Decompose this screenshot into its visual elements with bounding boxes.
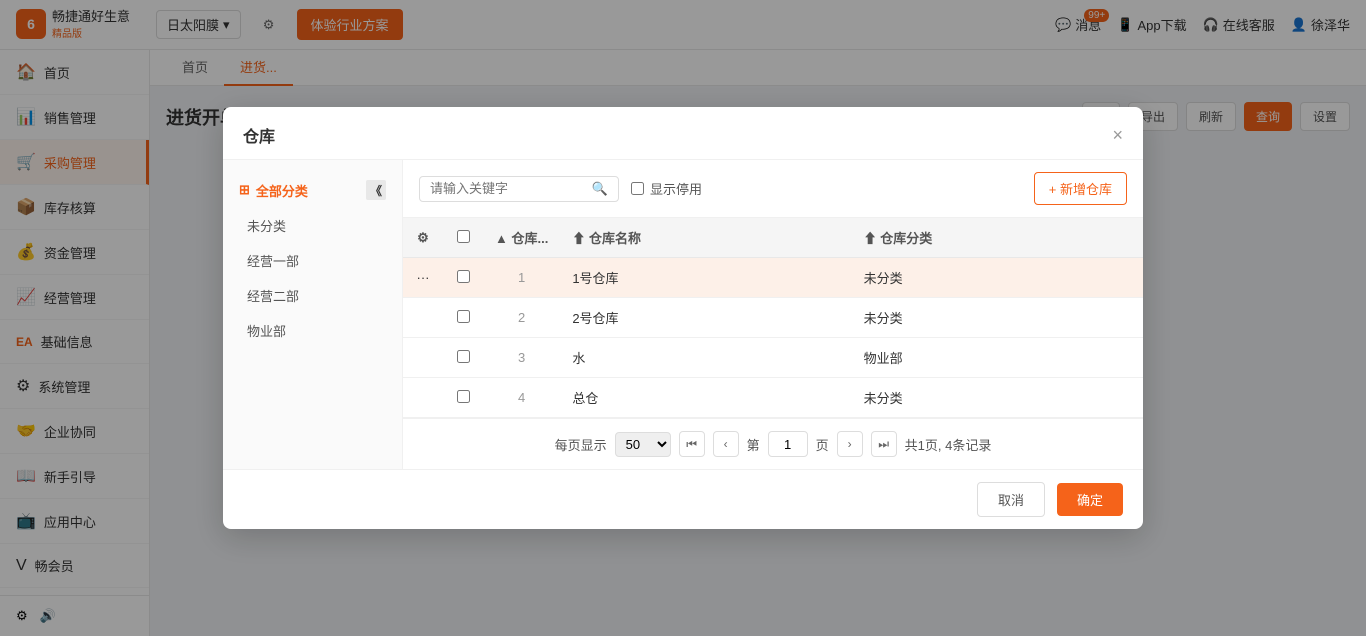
collapse-button[interactable]: 《 xyxy=(366,180,386,200)
row-check-0[interactable] xyxy=(443,258,483,298)
col-header-gear: ⚙ xyxy=(403,218,443,258)
per-page-label: 每页显示 xyxy=(555,435,607,454)
row-name-3: 总仓 xyxy=(560,378,851,418)
cancel-button[interactable]: 取消 xyxy=(977,482,1045,517)
search-icon[interactable]: 🔍 xyxy=(592,181,608,197)
col-header-check xyxy=(443,218,483,258)
warehouse-table: ⚙ ▲ 仓库... ⬆ 仓库名称 xyxy=(403,218,1143,418)
table-row[interactable]: 2 2号仓库 未分类 xyxy=(403,298,1143,338)
dialog-body: ⊞ 全部分类 《 未分类 经营一部 经营二部 物业部 xyxy=(223,160,1143,469)
row-num-3: 4 xyxy=(483,378,560,418)
last-page-button[interactable]: ⏭ xyxy=(871,431,897,457)
dialog-overlay: 仓库 × ⊞ 全部分类 《 未分类 经营一部 xyxy=(0,0,1366,636)
row-gear-2 xyxy=(403,338,443,378)
row-check-3[interactable] xyxy=(443,378,483,418)
show-disabled-label: 显示停用 xyxy=(650,179,702,198)
row-category-0: 未分类 xyxy=(852,258,1143,298)
row-name-0: 1号仓库 xyxy=(560,258,851,298)
total-info: 共1页, 4条记录 xyxy=(905,435,992,454)
row-name-2: 水 xyxy=(560,338,851,378)
row-gear-3 xyxy=(403,378,443,418)
row-check-2[interactable] xyxy=(443,338,483,378)
dialog-title: 仓库 xyxy=(243,123,275,147)
row-category-1: 未分类 xyxy=(852,298,1143,338)
row-num-2: 3 xyxy=(483,338,560,378)
search-input[interactable] xyxy=(430,181,586,196)
content-panel: 🔍 显示停用 + 新增仓库 ⚙ xyxy=(403,160,1143,469)
per-page-select[interactable]: 50 100 200 xyxy=(615,432,671,457)
row-gear-1 xyxy=(403,298,443,338)
row-name-1: 2号仓库 xyxy=(560,298,851,338)
category-item-property[interactable]: 物业部 xyxy=(223,313,402,348)
category-item-ops2[interactable]: 经营二部 xyxy=(223,278,402,313)
select-all-checkbox[interactable] xyxy=(457,230,470,243)
row-checkbox-2[interactable] xyxy=(457,350,470,363)
col-header-category: ⬆ 仓库分类 xyxy=(852,218,1143,258)
page-prefix: 第 xyxy=(747,435,760,454)
row-category-3: 未分类 xyxy=(852,378,1143,418)
row-checkbox-3[interactable] xyxy=(457,390,470,403)
search-box: 🔍 xyxy=(419,176,619,202)
table-row[interactable]: 3 水 物业部 xyxy=(403,338,1143,378)
row-gear-0: ··· xyxy=(403,258,443,298)
col-header-code: ▲ 仓库... xyxy=(483,218,560,258)
add-warehouse-button[interactable]: + 新增仓库 xyxy=(1034,172,1127,205)
category-all-label: ⊞ 全部分类 xyxy=(239,181,308,200)
category-item-unclassified[interactable]: 未分类 xyxy=(223,208,402,243)
panel-toolbar: 🔍 显示停用 + 新增仓库 xyxy=(403,160,1143,218)
dialog-close-button[interactable]: × xyxy=(1112,125,1123,146)
col-header-name: ⬆ 仓库名称 xyxy=(560,218,851,258)
page-suffix: 页 xyxy=(816,435,829,454)
dialog-footer: 取消 确定 xyxy=(223,469,1143,529)
category-panel: ⊞ 全部分类 《 未分类 经营一部 经营二部 物业部 xyxy=(223,160,403,469)
show-disabled-checkbox[interactable] xyxy=(631,182,644,195)
first-page-button[interactable]: ⏮ xyxy=(679,431,705,457)
row-num-0: 1 xyxy=(483,258,560,298)
prev-page-button[interactable]: ‹ xyxy=(713,431,739,457)
pagination: 每页显示 50 100 200 ⏮ ‹ 第 页 › ⏭ 共1页, 4条记录 xyxy=(403,418,1143,469)
show-disabled-option: 显示停用 xyxy=(631,179,702,198)
table-row[interactable]: ··· 1 1号仓库 未分类 xyxy=(403,258,1143,298)
row-num-1: 2 xyxy=(483,298,560,338)
row-checkbox-1[interactable] xyxy=(457,310,470,323)
category-item-ops1[interactable]: 经营一部 xyxy=(223,243,402,278)
row-check-1[interactable] xyxy=(443,298,483,338)
table-row[interactable]: 4 总仓 未分类 xyxy=(403,378,1143,418)
dialog-header: 仓库 × xyxy=(223,107,1143,160)
page-number-input[interactable] xyxy=(768,431,808,457)
next-page-button[interactable]: › xyxy=(837,431,863,457)
grid-icon: ⊞ xyxy=(239,182,250,198)
gear-col-icon: ⚙ xyxy=(417,230,429,245)
confirm-button[interactable]: 确定 xyxy=(1057,483,1123,516)
row-checkbox-0[interactable] xyxy=(457,270,470,283)
warehouse-dialog: 仓库 × ⊞ 全部分类 《 未分类 经营一部 xyxy=(223,107,1143,529)
row-category-2: 物业部 xyxy=(852,338,1143,378)
category-all-header[interactable]: ⊞ 全部分类 《 xyxy=(223,172,402,208)
